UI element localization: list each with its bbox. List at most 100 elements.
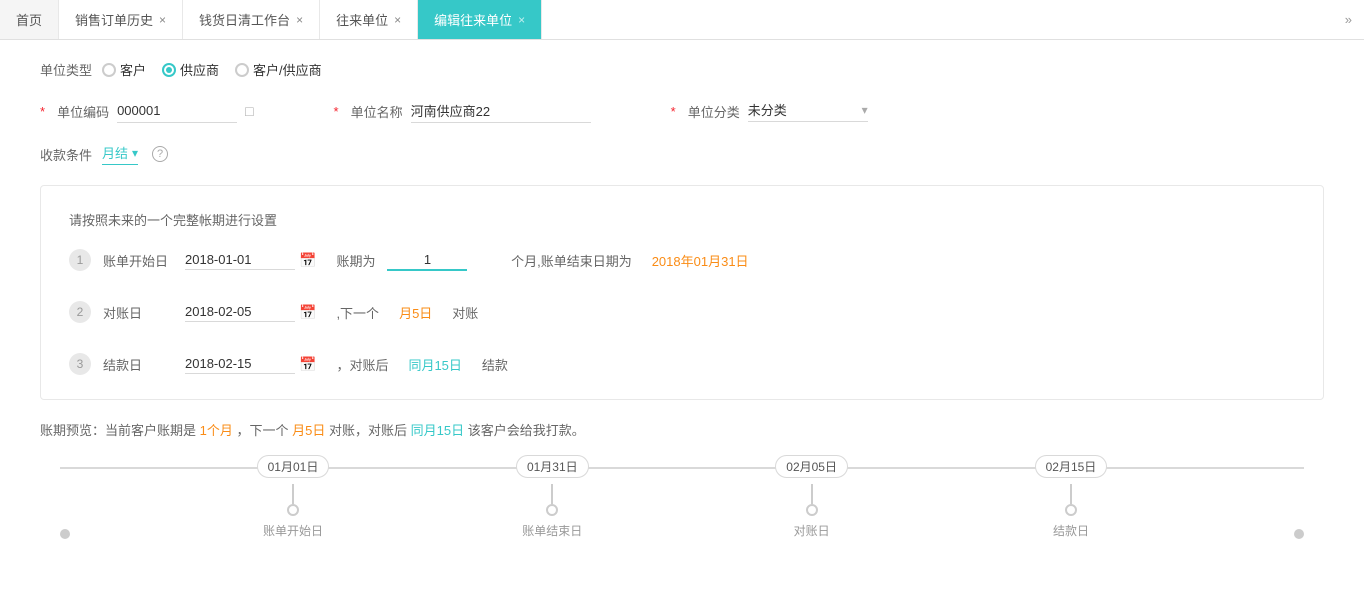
unit-category-select[interactable]: 未分类 ▾ — [748, 100, 868, 122]
unit-code-star: * — [40, 104, 45, 119]
radio-group-unit-type: 客户 供应商 客户/供应商 — [102, 60, 322, 79]
step-3-cal-icon[interactable]: 📅 — [299, 356, 316, 373]
timeline-point-1: 01月01日 账单开始日 — [257, 455, 330, 539]
step-1-highlight-date: 2018年01月31日 — [652, 251, 749, 270]
timeline-connector-1 — [292, 484, 294, 504]
payment-terms-label: 收款条件 — [40, 145, 92, 164]
timeline-date-2: 01月31日 — [516, 455, 589, 478]
preview-highlight2: 月5日 — [292, 423, 325, 438]
payment-terms-chevron: ▾ — [132, 146, 138, 160]
tab-home[interactable]: 首页 — [0, 0, 59, 39]
step-1-date-input[interactable] — [185, 250, 295, 270]
step-3-desc-prefix: ，对账后 — [336, 355, 388, 374]
step-1-date-wrap: 📅 — [185, 250, 316, 270]
step-1-desc-suffix-prefix — [487, 253, 491, 268]
preview-highlight3: 同月15日 — [411, 423, 464, 438]
timeline-date-3: 02月05日 — [775, 455, 848, 478]
step-2-highlight-day: 月5日 — [399, 303, 432, 322]
step-2-date-wrap: 📅 — [185, 302, 316, 322]
preview-highlight1: 1个月 — [200, 423, 233, 438]
preview-section: 账期预览：当前客户账期是 1个月 ，下一个 月5日 对账，对账后 同月15日 该… — [40, 420, 1324, 439]
unit-code-group: * 单位编码 □ — [40, 99, 254, 123]
unit-category-star: * — [671, 104, 676, 119]
radio-both[interactable]: 客户/供应商 — [235, 60, 322, 79]
timeline-right-dot — [1294, 529, 1304, 539]
tab-edit-partner-close[interactable]: × — [518, 13, 525, 27]
radio-supplier-circle — [162, 63, 176, 77]
unit-name-star: * — [334, 104, 339, 119]
tab-bar: 首页 销售订单历史 × 钱货日清工作台 × 往来单位 × 编辑往来单位 × » — [0, 0, 1364, 40]
timeline-connector-3 — [811, 484, 813, 504]
unit-type-label: 单位类型 — [40, 60, 92, 79]
payment-terms-dropdown[interactable]: 月结 ▾ — [102, 143, 138, 165]
radio-customer[interactable]: 客户 — [102, 60, 146, 79]
preview-prefix: 账期预览：当前客户账期是 — [40, 423, 196, 438]
timeline-container: 01月01日 账单开始日 01月31日 账单结束日 02月05日 对账日 — [40, 455, 1324, 539]
tab-sales-history-close[interactable]: × — [159, 13, 166, 27]
radio-customer-circle — [102, 63, 116, 77]
unit-code-input[interactable] — [117, 99, 237, 123]
timeline-label-1: 账单开始日 — [263, 522, 323, 539]
unit-category-chevron: ▾ — [862, 103, 868, 117]
radio-both-circle — [235, 63, 249, 77]
timeline-left-dot — [60, 529, 70, 539]
timeline-point-2: 01月31日 账单结束日 — [516, 455, 589, 539]
unit-category-label: 单位分类 — [688, 102, 740, 121]
tab-home-label: 首页 — [16, 10, 42, 29]
unit-category-value: 未分类 — [748, 100, 787, 119]
step-3-row: 3 结款日 📅 ，对账后 同月15日 结款 — [69, 353, 1295, 375]
timeline-label-3: 对账日 — [794, 522, 830, 539]
step-1-row: 1 账单开始日 📅 账期为 个月,账单结束日期为 2018年01月31日 — [69, 249, 1295, 271]
timeline-connector-4 — [1070, 484, 1072, 504]
timeline-point-3: 02月05日 对账日 — [775, 455, 848, 539]
tab-edit-partner-label: 编辑往来单位 — [434, 10, 512, 29]
radio-supplier-label: 供应商 — [180, 60, 219, 79]
timeline-dot-3 — [806, 504, 818, 516]
unit-name-input[interactable] — [411, 99, 591, 123]
preview-mid1: ，下一个 — [237, 423, 289, 438]
tab-partner-unit-label: 往来单位 — [336, 10, 388, 29]
step-1-desc-prefix: 账期为 — [336, 251, 375, 270]
tab-cash-desk[interactable]: 钱货日清工作台 × — [183, 0, 320, 39]
step-2-desc-suffix: 对账 — [452, 303, 478, 322]
preview-suffix: 该客户会给我打款。 — [468, 423, 585, 438]
timeline-right-end — [1294, 529, 1304, 539]
timeline-left-end — [60, 529, 70, 539]
step-1-cal-icon[interactable]: 📅 — [299, 252, 316, 269]
unit-info-row: * 单位编码 □ * 单位名称 * 单位分类 未分类 ▾ — [40, 99, 1324, 123]
step-1-num: 1 — [69, 249, 91, 271]
tab-sales-history-label: 销售订单历史 — [75, 10, 153, 29]
timeline-dot-4 — [1065, 504, 1077, 516]
unit-code-copy-icon[interactable]: □ — [245, 103, 253, 119]
step-2-cal-icon[interactable]: 📅 — [299, 304, 316, 321]
step-2-desc-prefix: ,下一个 — [336, 303, 379, 322]
step-3-date-input[interactable] — [185, 354, 295, 374]
unit-name-group: * 单位名称 — [334, 99, 591, 123]
step-2-label: 对账日 — [103, 303, 173, 322]
step-1-desc-suffix: 个月,账单结束日期为 — [511, 251, 632, 270]
timeline-label-2: 账单结束日 — [522, 522, 582, 539]
step-3-highlight-day: 同月15日 — [408, 355, 461, 374]
step-1-label: 账单开始日 — [103, 251, 173, 270]
step-2-date-input[interactable] — [185, 302, 295, 322]
tab-partner-unit-close[interactable]: × — [394, 13, 401, 27]
tab-more-button[interactable]: » — [1333, 0, 1364, 39]
payment-terms-row: 收款条件 月结 ▾ ? — [40, 143, 1324, 165]
step-3-num: 3 — [69, 353, 91, 375]
radio-supplier[interactable]: 供应商 — [162, 60, 219, 79]
main-content: 单位类型 客户 供应商 客户/供应商 * 单位编码 □ — [0, 40, 1364, 608]
step-1-period-input[interactable] — [387, 250, 467, 271]
unit-code-label: 单位编码 — [57, 102, 109, 121]
tab-edit-partner[interactable]: 编辑往来单位 × — [418, 0, 542, 39]
tab-cash-desk-label: 钱货日清工作台 — [199, 10, 290, 29]
tab-sales-history[interactable]: 销售订单历史 × — [59, 0, 183, 39]
unit-category-group: * 单位分类 未分类 ▾ — [671, 100, 868, 122]
panel-title: 请按照未来的一个完整帐期进行设置 — [69, 210, 1295, 229]
tab-partner-unit[interactable]: 往来单位 × — [320, 0, 418, 39]
timeline-date-4: 02月15日 — [1035, 455, 1108, 478]
timeline-date-1: 01月01日 — [257, 455, 330, 478]
step-3-date-wrap: 📅 — [185, 354, 316, 374]
payment-terms-help[interactable]: ? — [152, 146, 168, 162]
tab-cash-desk-close[interactable]: × — [296, 13, 303, 27]
preview-mid2: 对账，对账后 — [329, 423, 407, 438]
